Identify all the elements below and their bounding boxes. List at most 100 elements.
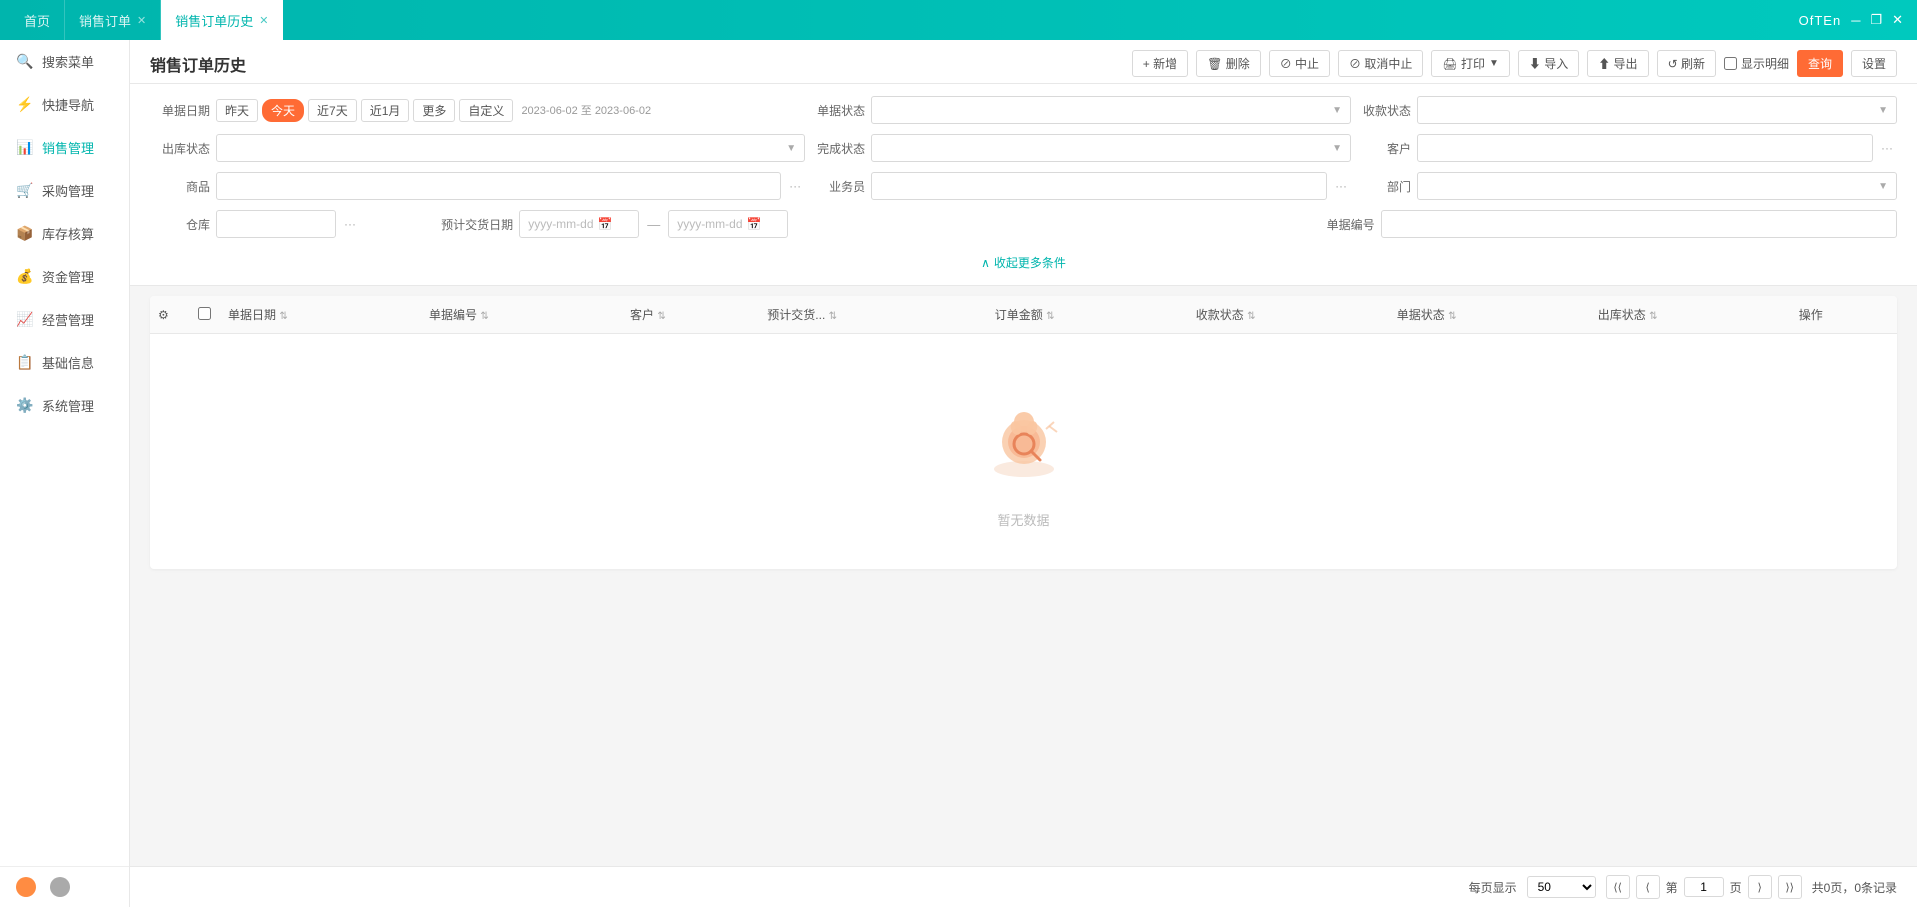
- order-no-input[interactable]: [1381, 210, 1897, 238]
- sidebar-item-basic-info[interactable]: 📋 基础信息: [0, 341, 129, 384]
- delivery-date-end-input[interactable]: yyyy-mm-dd 📅: [668, 210, 788, 238]
- refresh-button[interactable]: ↺ 刷新: [1657, 50, 1716, 77]
- sidebar-item-sys-mgmt[interactable]: ⚙️ 系统管理: [0, 384, 129, 427]
- warehouse-control: ···: [216, 210, 441, 238]
- date-today-btn[interactable]: 今天: [262, 99, 304, 122]
- payment-status-sort-icon[interactable]: ⇅: [1247, 311, 1255, 322]
- topbar-right: OfTEn ─ ❐ ✕: [1799, 12, 1917, 28]
- select-all-checkbox[interactable]: [198, 307, 211, 320]
- order-status-sort-icon[interactable]: ⇅: [1448, 311, 1456, 322]
- date-yesterday-btn[interactable]: 昨天: [216, 99, 258, 122]
- outbound-status-select[interactable]: ▼: [216, 134, 805, 162]
- toolbar: + 新增 🗑 删除 ⊘ 中止 ⊘ 取消中止 🖨 打印 ▼ ⬇ 导入 ⬆ 导出 ↺…: [1132, 50, 1897, 77]
- delivery-date-label: 预计交货日期: [441, 216, 513, 233]
- sidebar-item-finance-label: 资金管理: [42, 267, 94, 286]
- salesperson-input[interactable]: [871, 172, 1327, 200]
- page-input[interactable]: [1684, 877, 1724, 897]
- sidebar-item-finance[interactable]: 💰 资金管理: [0, 255, 129, 298]
- sidebar-settings-icon[interactable]: [16, 877, 36, 897]
- print-button[interactable]: 🖨 打印 ▼: [1431, 50, 1509, 77]
- page-size-select[interactable]: 50 10 20 100: [1527, 876, 1596, 898]
- amount-sort-icon[interactable]: ⇅: [1046, 311, 1054, 322]
- no-sort-icon[interactable]: ⇅: [480, 311, 488, 322]
- filter-warehouse: 仓库 ···: [150, 210, 441, 238]
- sidebar-item-operations[interactable]: 📈 经营管理: [0, 298, 129, 341]
- settings-col-icon[interactable]: ⚙: [158, 308, 169, 322]
- calendar-end-icon: 📅: [747, 217, 762, 231]
- filter-area: 单据日期 昨天 今天 近7天 近1月 更多 自定义 2023-06-02 至 2…: [130, 84, 1917, 286]
- outbound-status-label: 出库状态: [150, 140, 210, 157]
- outbound-status-sort-icon[interactable]: ⇅: [1649, 311, 1657, 322]
- complete-status-label: 完成状态: [805, 140, 865, 157]
- warehouse-input[interactable]: [216, 210, 336, 238]
- filter-salesperson: 业务员 ···: [805, 172, 1351, 200]
- date-7days-btn[interactable]: 近7天: [308, 99, 357, 122]
- purchase-mgmt-icon: 🛒: [16, 182, 34, 200]
- filter-goods: 商品 ···: [150, 172, 805, 200]
- cancel-stop-button[interactable]: ⊘ 取消中止: [1338, 50, 1423, 77]
- empty-icon: [974, 394, 1074, 494]
- delete-button[interactable]: 🗑 删除: [1196, 50, 1261, 77]
- delivery-date-control: yyyy-mm-dd 📅 — yyyy-mm-dd 📅: [519, 210, 1314, 238]
- calendar-start-icon: 📅: [598, 217, 613, 231]
- query-button[interactable]: 查询: [1797, 50, 1843, 77]
- stop-button[interactable]: ⊘ 中止: [1269, 50, 1330, 77]
- th-operation: 操作: [1791, 296, 1897, 334]
- th-no: 单据编号 ⇅: [421, 296, 622, 334]
- date-custom-btn[interactable]: 自定义: [459, 99, 513, 122]
- order-status-select[interactable]: ▼: [871, 96, 1351, 124]
- sidebar-item-purchase-mgmt[interactable]: 🛒 采购管理: [0, 169, 129, 212]
- salesperson-ellipsis-icon[interactable]: ···: [1331, 179, 1351, 193]
- department-select[interactable]: ▼: [1417, 172, 1897, 200]
- goods-label: 商品: [150, 178, 210, 195]
- tab-home[interactable]: 首页: [10, 0, 65, 40]
- tab-sales-order-close[interactable]: ✕: [137, 14, 146, 27]
- display-toggle-label: 显示明细: [1741, 55, 1789, 72]
- tab-sales-order-history-close[interactable]: ✕: [259, 14, 268, 27]
- sys-mgmt-icon: ⚙️: [16, 397, 34, 415]
- page-prev-btn[interactable]: ⟨: [1636, 875, 1660, 899]
- payment-status-select[interactable]: ▼: [1417, 96, 1897, 124]
- import-button[interactable]: ⬇ 导入: [1518, 50, 1579, 77]
- salesperson-control: ···: [871, 172, 1351, 200]
- order-no-label: 单据编号: [1315, 216, 1375, 233]
- tab-sales-order-history[interactable]: 销售订单历史 ✕: [161, 0, 283, 40]
- customer-sort-icon[interactable]: ⇅: [657, 311, 665, 322]
- goods-ellipsis-icon[interactable]: ···: [785, 179, 805, 193]
- sidebar-item-inventory[interactable]: 📦 库存核算: [0, 212, 129, 255]
- sidebar-item-search-menu[interactable]: 🔍 搜索菜单: [0, 40, 129, 83]
- often-text: OfTEn: [1799, 13, 1842, 28]
- customer-ellipsis-icon[interactable]: ···: [1877, 141, 1897, 155]
- restore-btn[interactable]: ❐: [1870, 12, 1882, 28]
- display-toggle[interactable]: 显示明细: [1724, 55, 1789, 72]
- customer-input[interactable]: [1417, 134, 1873, 162]
- date-more-btn[interactable]: 更多: [413, 99, 455, 122]
- delivery-date-start-input[interactable]: yyyy-mm-dd 📅: [519, 210, 639, 238]
- collapse-more-btn[interactable]: ∧ 收起更多条件: [150, 248, 1897, 273]
- page-next-btn[interactable]: ⟩: [1748, 875, 1772, 899]
- goods-input[interactable]: [216, 172, 781, 200]
- date-label: 单据日期: [150, 102, 210, 119]
- th-customer: 客户 ⇅: [622, 296, 759, 334]
- sidebar-collapse-icon[interactable]: [50, 877, 70, 897]
- export-button[interactable]: ⬆ 导出: [1587, 50, 1648, 77]
- department-control: ▼: [1417, 172, 1897, 200]
- page-last-btn[interactable]: ⟩⟩: [1778, 875, 1802, 899]
- th-amount: 订单金额 ⇅: [987, 296, 1188, 334]
- add-button[interactable]: + 新增: [1132, 50, 1188, 77]
- sales-mgmt-icon: 📊: [16, 139, 34, 157]
- date-1month-btn[interactable]: 近1月: [361, 99, 410, 122]
- tab-sales-order[interactable]: 销售订单 ✕: [65, 0, 161, 40]
- filter-row-1: 单据日期 昨天 今天 近7天 近1月 更多 自定义 2023-06-02 至 2…: [150, 96, 1897, 124]
- date-sort-icon[interactable]: ⇅: [279, 311, 287, 322]
- complete-status-select[interactable]: ▼: [871, 134, 1351, 162]
- warehouse-ellipsis-icon[interactable]: ···: [340, 217, 360, 231]
- close-btn[interactable]: ✕: [1892, 12, 1903, 28]
- delivery-sort-icon[interactable]: ⇅: [829, 311, 837, 322]
- sidebar-item-quick-nav[interactable]: ⚡ 快捷导航: [0, 83, 129, 126]
- page-first-btn[interactable]: ⟨⟨: [1606, 875, 1630, 899]
- display-toggle-checkbox[interactable]: [1724, 57, 1737, 70]
- sidebar-item-sales-mgmt[interactable]: 📊 销售管理: [0, 126, 129, 169]
- settings-button[interactable]: 设置: [1851, 50, 1897, 77]
- minimize-btn[interactable]: ─: [1851, 13, 1860, 28]
